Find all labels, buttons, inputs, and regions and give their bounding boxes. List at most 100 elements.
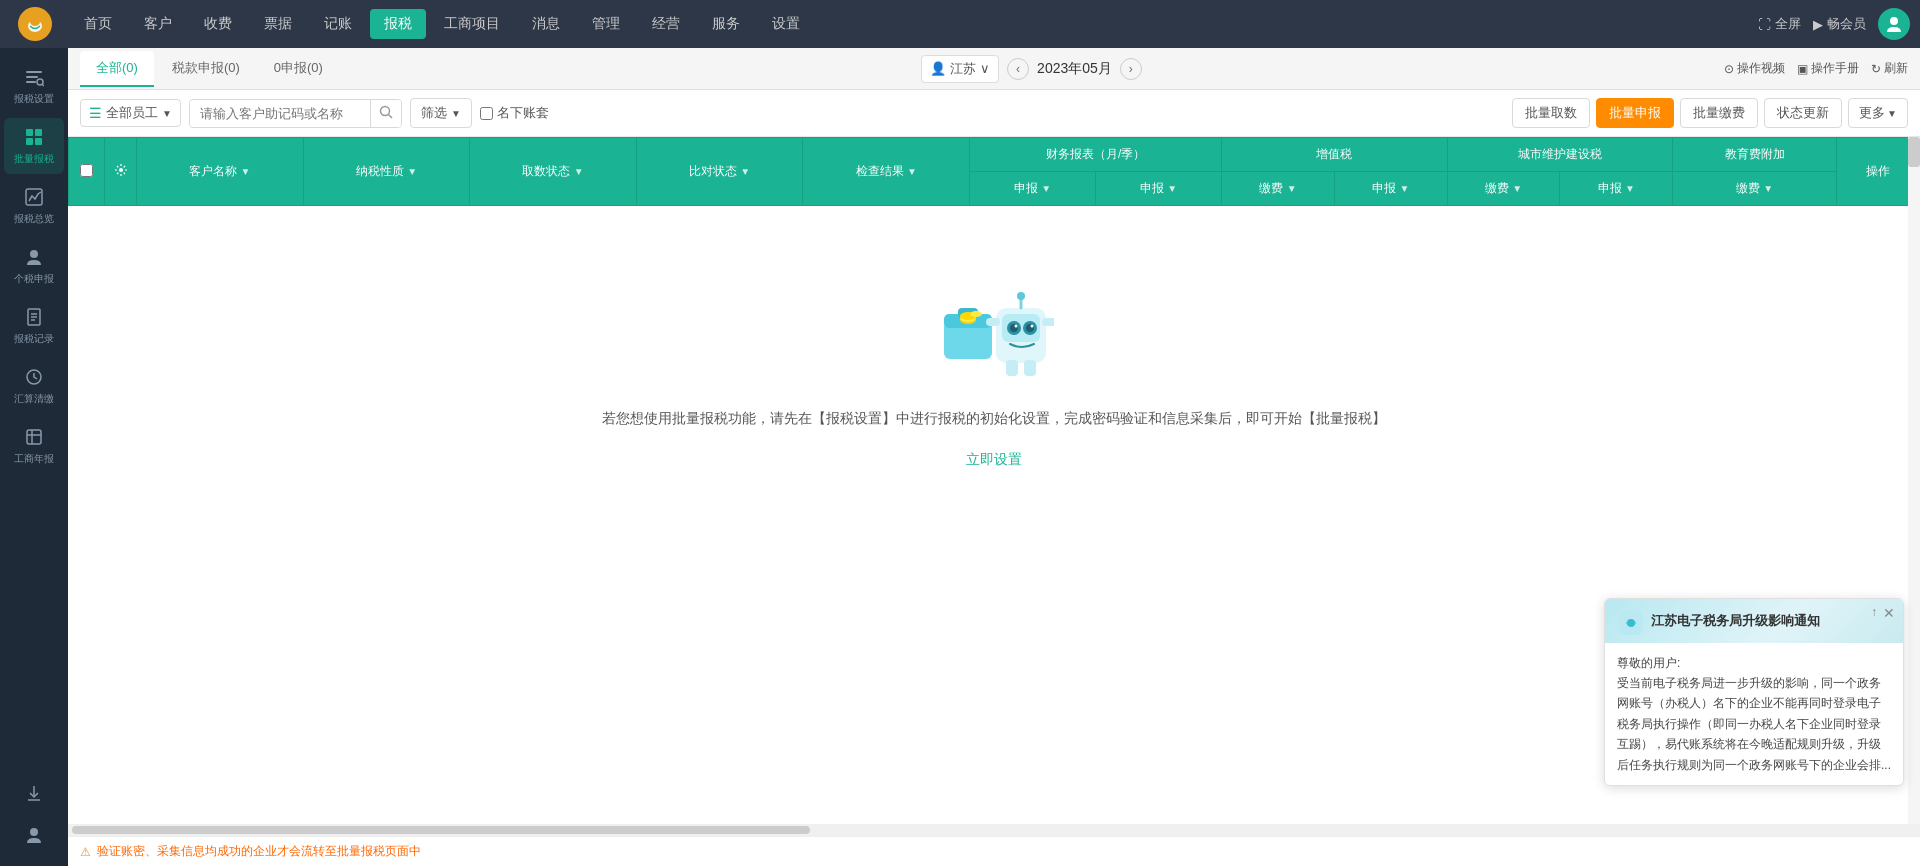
chevron-down-icon: ∨ <box>980 61 990 76</box>
svg-point-13 <box>30 250 38 258</box>
setup-link[interactable]: 立即设置 <box>966 451 1022 469</box>
sidebar-item-tax-records[interactable]: 报税记录 <box>4 298 64 354</box>
bottom-status-bar: ⚠ 验证账密、采集信息均成功的企业才会流转至批量报税页面中 <box>68 836 1920 866</box>
top-navigation: 首页 客户 收费 票据 记账 报税 工商项目 消息 管理 经营 服务 设置 ⛶ … <box>0 0 1920 48</box>
nav-message[interactable]: 消息 <box>518 9 574 39</box>
book-icon: ▣ <box>1797 62 1808 76</box>
operation-manual-link[interactable]: ▣ 操作手册 <box>1797 60 1859 77</box>
nav-manage[interactable]: 管理 <box>578 9 634 39</box>
user-avatar[interactable] <box>1878 8 1910 40</box>
fullscreen-button[interactable]: ⛶ 全屏 <box>1758 15 1801 33</box>
svg-rect-5 <box>26 81 36 83</box>
svg-point-27 <box>119 168 123 172</box>
sidebar-item-settlement[interactable]: 汇算清缴 <box>4 358 64 414</box>
region-selector[interactable]: 👤 江苏 ∨ <box>921 55 999 83</box>
employee-selector[interactable]: ☰ 全部员工 ▼ <box>80 99 181 127</box>
sub-account-checkbox[interactable] <box>480 107 493 120</box>
refresh-link[interactable]: ↻ 刷新 <box>1871 60 1908 77</box>
check-result-header: 检查结果 ▼ <box>803 138 970 206</box>
select-all-checkbox[interactable] <box>80 164 93 177</box>
sidebar-item-personal-tax[interactable]: 个税申报 <box>4 238 64 294</box>
sidebar-item-tax-settings[interactable]: 报税设置 <box>4 58 64 114</box>
vat-header: 增值税 <box>1222 138 1448 172</box>
nav-bookkeeping[interactable]: 记账 <box>310 9 366 39</box>
nav-billing[interactable]: 收费 <box>190 9 246 39</box>
dropdown-arrow-icon: ▼ <box>162 108 172 119</box>
sidebar-label: 报税总览 <box>14 212 54 226</box>
svg-point-6 <box>37 79 43 85</box>
nav-service[interactable]: 服务 <box>698 9 754 39</box>
svg-line-7 <box>43 85 45 87</box>
batch-fetch-button[interactable]: 批量取数 <box>1512 98 1590 128</box>
svg-point-42 <box>1031 325 1034 328</box>
edu-pay-header: 缴费 ▼ <box>1673 172 1837 206</box>
status-update-button[interactable]: 状态更新 <box>1764 98 1842 128</box>
edu-declare-header: 申报 ▼ <box>1560 172 1673 206</box>
tab-all[interactable]: 全部(0) <box>80 51 154 87</box>
sidebar: 报税设置 批量报税 报税总览 <box>0 48 68 866</box>
person-small-icon: 👤 <box>930 61 946 76</box>
nav-settings[interactable]: 设置 <box>758 9 814 39</box>
sidebar-item-download[interactable] <box>4 774 64 812</box>
notice-content: 受当前电子税务局进一步升级的影响，同一个政务网账号（办税人）名下的企业不能再同时… <box>1617 673 1891 775</box>
svg-rect-9 <box>35 129 42 136</box>
member-icon: ▶ <box>1813 17 1823 32</box>
more-button[interactable]: 更多 ▼ <box>1848 98 1908 128</box>
notice-close-button[interactable]: ✕ <box>1883 605 1895 621</box>
sidebar-label: 批量报税 <box>14 152 54 166</box>
tab-tax-declare[interactable]: 税款申报(0) <box>156 51 256 87</box>
notice-title: 江苏电子税务局升级影响通知 <box>1651 612 1820 630</box>
nav-client[interactable]: 客户 <box>130 9 186 39</box>
nav-business[interactable]: 工商项目 <box>430 9 514 39</box>
operation-video-link[interactable]: ⊙ 操作视频 <box>1724 60 1785 77</box>
more-arrow-icon: ▼ <box>1887 108 1897 119</box>
tabs-right-actions: ⊙ 操作视频 ▣ 操作手册 ↻ 刷新 <box>1724 60 1908 77</box>
search-input[interactable] <box>190 101 370 126</box>
svg-point-2 <box>1890 17 1898 25</box>
logo-icon <box>18 7 52 41</box>
scroll-thumb <box>1908 137 1920 167</box>
empty-message: 若您想使用批量报税功能，请先在【报税设置】中进行报税的初始化设置，完成密码验证和… <box>602 406 1386 431</box>
sidebar-label: 报税记录 <box>14 332 54 346</box>
compare-status-header: 比对状态 ▼ <box>636 138 803 206</box>
nav-tax[interactable]: 报税 <box>370 9 426 39</box>
batch-declare-button[interactable]: 批量申报 <box>1596 98 1674 128</box>
employee-icon: ☰ <box>89 105 102 121</box>
nav-items: 首页 客户 收费 票据 记账 报税 工商项目 消息 管理 经营 服务 设置 <box>70 9 1758 39</box>
nav-invoice[interactable]: 票据 <box>250 9 306 39</box>
svg-point-24 <box>30 828 38 836</box>
notice-scroll-button[interactable]: ↑ <box>1871 605 1877 619</box>
sidebar-item-user[interactable] <box>4 816 64 854</box>
settlement-icon <box>23 366 45 388</box>
client-name-header: 客户名称 ▼ <box>137 138 304 206</box>
date-prev-button[interactable]: ‹ <box>1007 58 1029 80</box>
search-button[interactable] <box>370 100 401 127</box>
nav-home[interactable]: 首页 <box>70 9 126 39</box>
svg-rect-46 <box>1042 318 1054 326</box>
date-next-button[interactable]: › <box>1120 58 1142 80</box>
app-logo[interactable] <box>10 5 60 43</box>
notice-body: 尊敬的用户: 受当前电子税务局进一步升级的影响，同一个政务网账号（办税人）名下的… <box>1605 643 1903 785</box>
education-tax-header: 教育费附加 <box>1673 138 1837 172</box>
right-scrollbar[interactable] <box>1908 137 1920 824</box>
filter-button[interactable]: 筛选 ▼ <box>410 98 472 128</box>
svg-rect-11 <box>35 138 42 145</box>
download-icon <box>23 782 45 804</box>
batch-pay-button[interactable]: 批量缴费 <box>1680 98 1758 128</box>
h-scroll-thumb <box>72 826 810 834</box>
sidebar-item-tax-overview[interactable]: 报税总览 <box>4 178 64 234</box>
member-button[interactable]: ▶ 畅会员 <box>1813 15 1866 33</box>
tab-zero-declare[interactable]: 0申报(0) <box>258 51 339 87</box>
top-nav-right: ⛶ 全屏 ▶ 畅会员 <box>1758 8 1910 40</box>
nav-operation[interactable]: 经营 <box>638 9 694 39</box>
sidebar-item-annual-report[interactable]: 工商年报 <box>4 418 64 474</box>
sidebar-item-batch-tax[interactable]: 批量报税 <box>4 118 64 174</box>
svg-rect-47 <box>1006 360 1018 376</box>
sub-account-checkbox-wrap: 名下账套 <box>480 104 549 122</box>
svg-rect-3 <box>26 71 42 73</box>
svg-rect-10 <box>26 138 33 145</box>
svg-rect-8 <box>26 129 33 136</box>
horizontal-scrollbar[interactable] <box>68 824 1920 836</box>
tax-settings-icon <box>23 66 45 88</box>
annual-report-icon <box>23 426 45 448</box>
